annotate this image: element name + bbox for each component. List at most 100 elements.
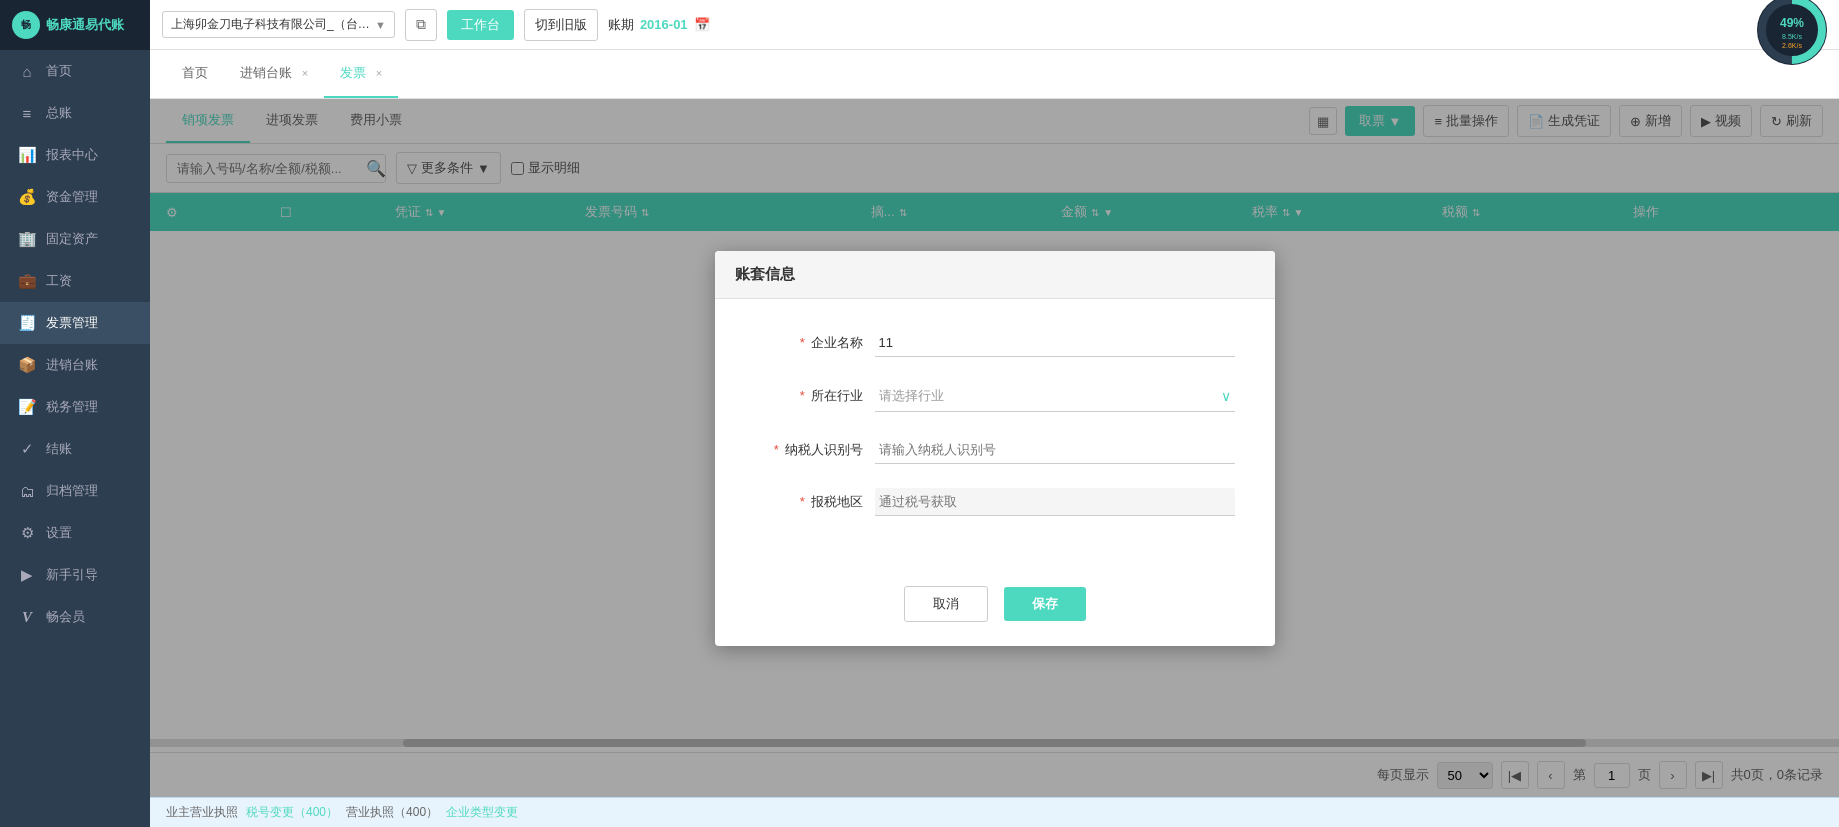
tabs-bar: 首页 进销台账 × 发票 ×	[150, 50, 1839, 99]
sidebar-logo: 畅 畅康通易代账	[0, 0, 150, 50]
speed-gauge: 49% 8.5K/s 2.6K/s	[1757, 0, 1827, 65]
sidebar-item-invoice[interactable]: 🧾 发票管理	[0, 302, 150, 344]
sidebar-label-settings: 设置	[46, 524, 72, 542]
tab-invoice-close[interactable]: ×	[376, 67, 382, 79]
modal-header: 账套信息	[715, 251, 1275, 299]
company-name: 上海卯金刀电子科技有限公司_（台201...	[171, 16, 371, 33]
sidebar-item-report[interactable]: 📊 报表中心	[0, 134, 150, 176]
logo-icon: 畅	[12, 11, 40, 39]
logo-title: 畅康通易代账	[46, 16, 124, 34]
tax-region-required: *	[800, 494, 805, 509]
sidebar-item-archive[interactable]: 🗂 归档管理	[0, 470, 150, 512]
report-icon: 📊	[18, 146, 36, 164]
sidebar-label-purchase: 进销台账	[46, 356, 98, 374]
tax-icon: 📝	[18, 398, 36, 416]
svg-text:2.6K/s: 2.6K/s	[1782, 42, 1802, 49]
industry-select[interactable]: 请选择行业 ∨	[875, 381, 1235, 412]
save-button[interactable]: 保存	[1004, 587, 1086, 621]
sidebar-item-tax[interactable]: 📝 税务管理	[0, 386, 150, 428]
sub-content: 销项发票 进项发票 费用小票 ▦ 取票 ▼ ≡ 批量	[150, 99, 1839, 797]
purchase-icon: 📦	[18, 356, 36, 374]
sidebar-item-member[interactable]: V 畅会员	[0, 596, 150, 638]
bottom-bar-text: 业主营业执照	[166, 804, 238, 821]
sidebar-item-finance[interactable]: 💰 资金管理	[0, 176, 150, 218]
tax-region-row: * 报税地区	[755, 488, 1235, 516]
calendar-icon[interactable]: 📅	[694, 17, 710, 32]
sidebar-label-close: 结账	[46, 440, 72, 458]
company-name-input[interactable]	[875, 329, 1235, 357]
copy-icon-button[interactable]: ⧉	[405, 9, 437, 41]
tab-home[interactable]: 首页	[166, 50, 224, 98]
assets-icon: 🏢	[18, 230, 36, 248]
sidebar-label-assets: 固定资产	[46, 230, 98, 248]
company-dropdown-arrow: ▼	[375, 19, 386, 31]
invoice-icon: 🧾	[18, 314, 36, 332]
sidebar-label-member: 畅会员	[46, 608, 85, 626]
bottom-bar-text2: 营业执照（400）	[346, 804, 438, 821]
industry-label: * 所在行业	[755, 387, 875, 405]
settings-icon: ⚙	[18, 524, 36, 542]
sidebar-label-ledger: 总账	[46, 104, 72, 122]
sidebar-item-close[interactable]: ✓ 结账	[0, 428, 150, 470]
industry-required: *	[800, 388, 805, 403]
tax-id-row: * 纳税人识别号	[755, 436, 1235, 464]
company-name-label: * 企业名称	[755, 334, 875, 352]
sidebar-item-ledger[interactable]: ≡ 总账	[0, 92, 150, 134]
sidebar-label-finance: 资金管理	[46, 188, 98, 206]
svg-text:8.5K/s: 8.5K/s	[1782, 33, 1802, 40]
modal-overlay: 账套信息 * 企业名称 * 所在行	[150, 99, 1839, 797]
sidebar-label-tax: 税务管理	[46, 398, 98, 416]
sidebar-label-salary: 工资	[46, 272, 72, 290]
period-label: 账期	[608, 16, 634, 34]
tab-purchase-close[interactable]: ×	[302, 67, 308, 79]
member-icon: V	[18, 609, 36, 626]
tab-purchase[interactable]: 进销台账 ×	[224, 50, 324, 98]
archive-icon: 🗂	[18, 483, 36, 500]
industry-placeholder: 请选择行业	[879, 387, 1221, 405]
account-info-modal: 账套信息 * 企业名称 * 所在行	[715, 251, 1275, 646]
svg-text:49%: 49%	[1780, 16, 1804, 30]
sidebar-item-guide[interactable]: ▶ 新手引导	[0, 554, 150, 596]
sidebar-item-salary[interactable]: 💼 工资	[0, 260, 150, 302]
ledger-icon: ≡	[18, 105, 36, 122]
tax-region-input	[875, 488, 1235, 516]
tab-purchase-label: 进销台账	[240, 65, 292, 80]
sidebar-label-invoice: 发票管理	[46, 314, 98, 332]
bottom-bar: 业主营业执照 税号变更（400） 营业执照（400） 企业类型变更	[150, 797, 1839, 827]
tab-invoice-label: 发票	[340, 65, 366, 80]
copy-icon: ⧉	[416, 16, 426, 33]
sidebar-label-archive: 归档管理	[46, 482, 98, 500]
sidebar: 畅 畅康通易代账 ⌂ 首页 ≡ 总账 📊 报表中心 💰 资金管理 🏢 固定资产 …	[0, 0, 150, 827]
sidebar-item-assets[interactable]: 🏢 固定资产	[0, 218, 150, 260]
sidebar-label-home: 首页	[46, 62, 72, 80]
sidebar-label-guide: 新手引导	[46, 566, 98, 584]
sidebar-item-purchase[interactable]: 📦 进销台账	[0, 344, 150, 386]
switch-version-button[interactable]: 切到旧版	[524, 9, 598, 41]
topbar: 上海卯金刀电子科技有限公司_（台201... ▼ ⧉ 工作台 切到旧版 账期 2…	[150, 0, 1839, 50]
industry-dropdown-arrow: ∨	[1221, 388, 1231, 404]
topbar-right: 49% 8.5K/s 2.6K/s	[1757, 0, 1827, 65]
tax-id-required: *	[774, 442, 779, 457]
sidebar-item-settings[interactable]: ⚙ 设置	[0, 512, 150, 554]
industry-row: * 所在行业 请选择行业 ∨	[755, 381, 1235, 412]
cancel-button[interactable]: 取消	[904, 586, 988, 622]
salary-icon: 💼	[18, 272, 36, 290]
tab-home-label: 首页	[182, 65, 208, 80]
guide-icon: ▶	[18, 566, 36, 584]
tax-id-input[interactable]	[875, 436, 1235, 464]
workbench-button[interactable]: 工作台	[447, 10, 514, 40]
company-name-row: * 企业名称	[755, 329, 1235, 357]
company-name-required: *	[800, 335, 805, 350]
close-account-icon: ✓	[18, 440, 36, 458]
sidebar-label-report: 报表中心	[46, 146, 98, 164]
bottom-bar-link1[interactable]: 税号变更（400）	[246, 804, 338, 821]
tax-region-label: * 报税地区	[755, 493, 875, 511]
main-content: 上海卯金刀电子科技有限公司_（台201... ▼ ⧉ 工作台 切到旧版 账期 2…	[150, 0, 1839, 827]
home-icon: ⌂	[18, 63, 36, 80]
modal-footer: 取消 保存	[715, 570, 1275, 646]
bottom-bar-link2[interactable]: 企业类型变更	[446, 804, 518, 821]
tab-invoice[interactable]: 发票 ×	[324, 50, 398, 98]
finance-icon: 💰	[18, 188, 36, 206]
company-selector[interactable]: 上海卯金刀电子科技有限公司_（台201... ▼	[162, 11, 395, 38]
sidebar-item-home[interactable]: ⌂ 首页	[0, 50, 150, 92]
